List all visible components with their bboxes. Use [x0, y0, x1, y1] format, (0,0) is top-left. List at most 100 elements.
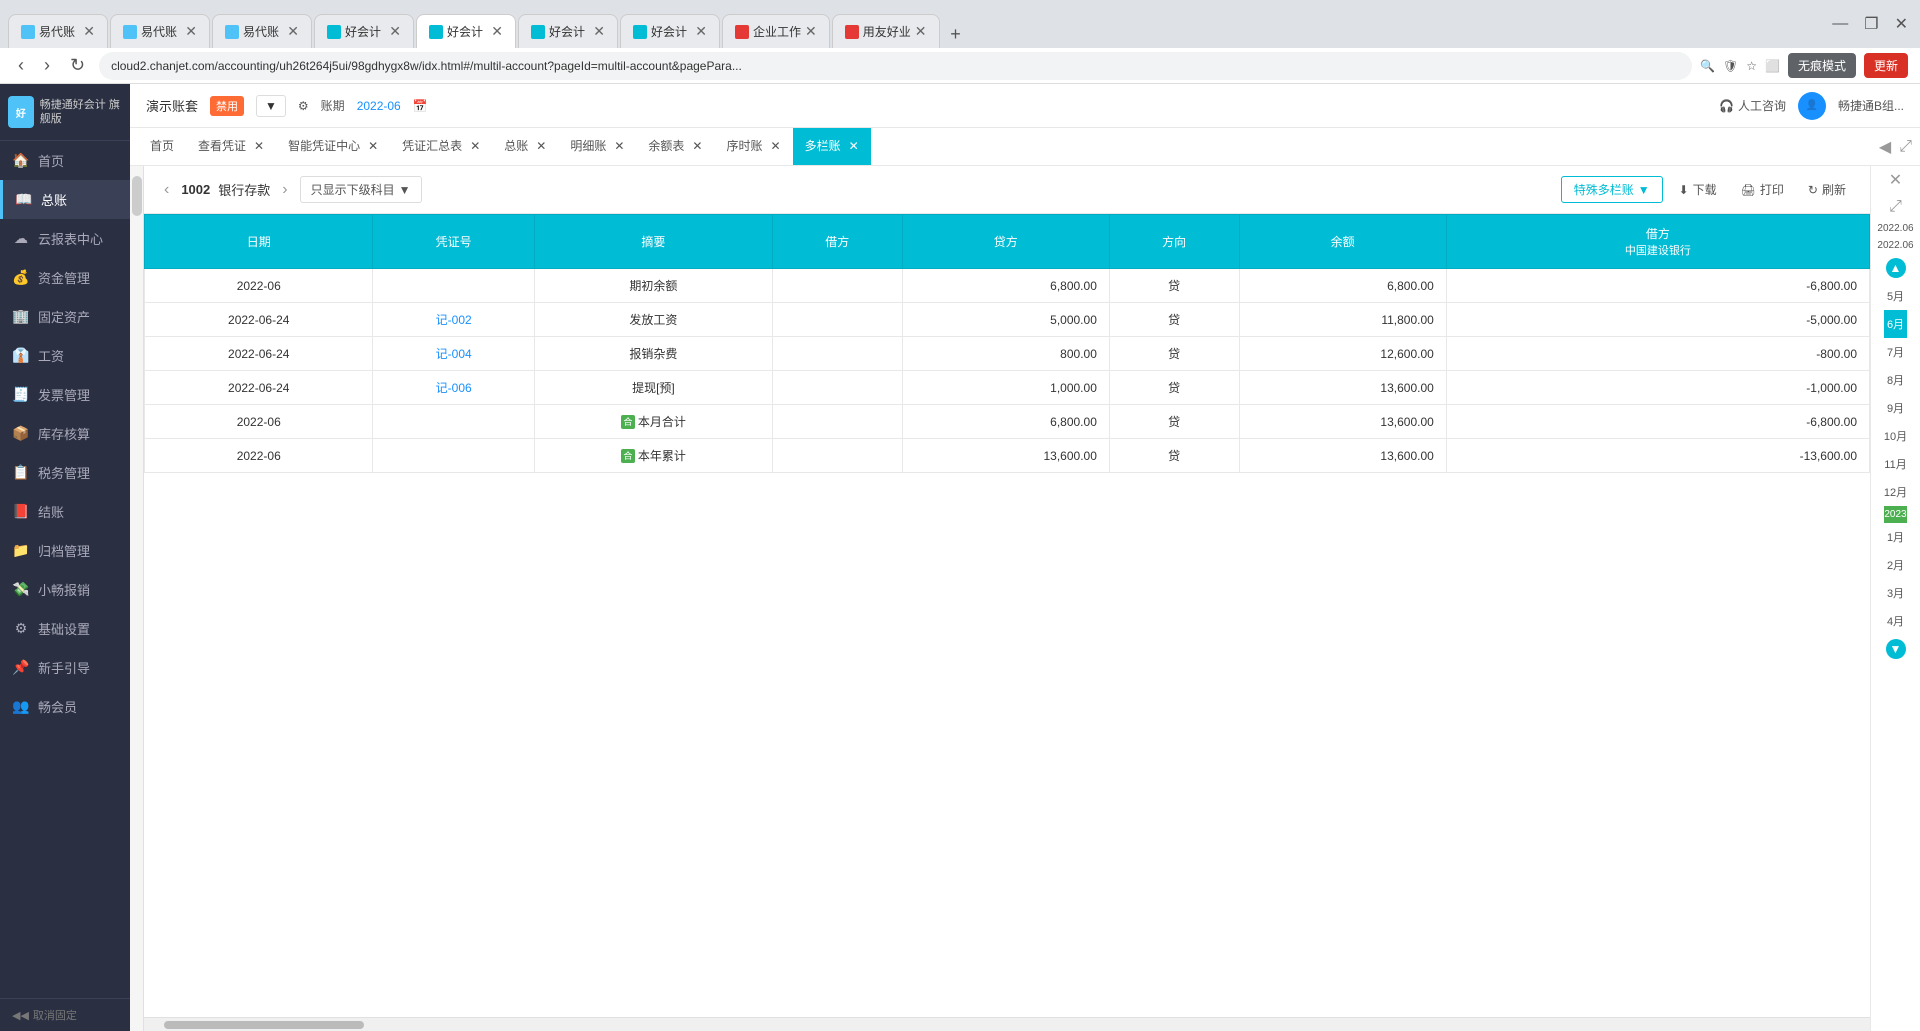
sidebar-item-总账[interactable]: 📖总账: [0, 180, 130, 219]
account-dropdown[interactable]: ▼: [256, 95, 286, 117]
print-button[interactable]: 🖨 打印: [1733, 177, 1792, 202]
vertical-scrollbar[interactable]: [130, 166, 144, 1031]
calendar-icon[interactable]: 📅: [413, 99, 428, 113]
browser-tab-t2[interactable]: 易代账✕: [110, 14, 210, 48]
month-item-3月[interactable]: 3月: [1884, 579, 1907, 607]
month-item-6月[interactable]: 6月: [1884, 310, 1907, 338]
sidebar-item-小畅报销[interactable]: 💸小畅报销: [0, 570, 130, 609]
browser-tab-t7[interactable]: 好会计✕: [620, 14, 720, 48]
sidebar-item-新手引导[interactable]: 📌新手引导: [0, 648, 130, 687]
right-sidebar-expand[interactable]: ⤢: [1871, 194, 1920, 220]
sidebar-item-基础设置[interactable]: ⚙基础设置: [0, 609, 130, 648]
cell-voucher[interactable]: [373, 405, 534, 439]
sidebar-item-首页[interactable]: 🏠首页: [0, 141, 130, 180]
period-value[interactable]: 2022-06: [357, 99, 401, 113]
right-sidebar-close[interactable]: ✕: [1871, 166, 1920, 194]
forward-button[interactable]: ›: [38, 53, 56, 78]
browser-tab-t8[interactable]: 企业工作✕: [722, 14, 830, 48]
user-name[interactable]: 畅捷通B组...: [1838, 97, 1904, 114]
star-icon[interactable]: ☆: [1746, 59, 1757, 73]
month-item-2月[interactable]: 2月: [1884, 551, 1907, 579]
expand-tabs-button[interactable]: ⤢: [1899, 138, 1912, 156]
tab-close-icon[interactable]: ✕: [849, 139, 859, 153]
tab-close-icon[interactable]: ✕: [368, 139, 378, 153]
browser-tab-t4[interactable]: 好会计✕: [314, 14, 414, 48]
month-item-5月[interactable]: 5月: [1884, 282, 1907, 310]
browser-tab-t1[interactable]: 易代账✕: [8, 14, 108, 48]
sidebar-item-畅会员[interactable]: 👥畅会员: [0, 687, 130, 726]
page-tab-总账[interactable]: 总账✕: [492, 128, 558, 166]
minimize-button[interactable]: —: [1828, 11, 1852, 37]
close-button[interactable]: ✕: [1891, 10, 1912, 38]
month-item-7月[interactable]: 7月: [1884, 338, 1907, 366]
tab-close-icon[interactable]: ✕: [771, 139, 781, 153]
browser-tab-t5[interactable]: 好会计✕: [416, 14, 516, 48]
incognito-button[interactable]: 无痕模式: [1788, 53, 1856, 78]
refresh-button[interactable]: ↻ 刷新: [1800, 177, 1854, 202]
cell-voucher[interactable]: [373, 269, 534, 303]
tab-close-icon[interactable]: ✕: [536, 139, 546, 153]
page-tab-多栏账[interactable]: 多栏账✕: [793, 128, 871, 166]
voucher-link[interactable]: 记-006: [436, 381, 472, 395]
main-content: 演示账套 禁用 ▼ ⚙ 账期 2022-06 📅 🎧 人工咨询 👤 畅捷通B组.…: [130, 84, 1920, 1031]
page-tab-查看凭证[interactable]: 查看凭证✕: [186, 128, 276, 166]
horizontal-scrollbar[interactable]: [144, 1017, 1870, 1031]
page-tab-首页[interactable]: 首页: [138, 128, 186, 166]
page-tab-智能凭证中心[interactable]: 智能凭证中心✕: [276, 128, 390, 166]
next-account-button[interactable]: ›: [278, 181, 291, 199]
new-tab-button[interactable]: +: [942, 20, 970, 48]
page-tab-凭证汇总表[interactable]: 凭证汇总表✕: [390, 128, 492, 166]
page-tab-余额表[interactable]: 余额表✕: [636, 128, 714, 166]
cell-voucher[interactable]: 记-004: [373, 337, 534, 371]
sidebar-item-固定资产[interactable]: 🏢固定资产: [0, 297, 130, 336]
tab-close-icon[interactable]: ✕: [470, 139, 480, 153]
month-item-12月[interactable]: 12月: [1884, 478, 1907, 506]
tab-close-icon[interactable]: ✕: [692, 139, 702, 153]
browser-tab-t6[interactable]: 好会计✕: [518, 14, 618, 48]
sidebar-item-结账[interactable]: 📕结账: [0, 492, 130, 531]
browser-tab-t9[interactable]: 用友好业✕: [832, 14, 940, 48]
consultant-button[interactable]: 🎧 人工咨询: [1719, 97, 1786, 114]
calendar-up-button[interactable]: ▲: [1886, 258, 1906, 278]
account-code[interactable]: 1002: [181, 182, 210, 197]
window-icon[interactable]: ⬜: [1765, 59, 1780, 73]
month-item-1月[interactable]: 1月: [1884, 523, 1907, 551]
sidebar-item-发票管理[interactable]: 🧾发票管理: [0, 375, 130, 414]
sidebar-item-云报表中心[interactable]: ☁云报表中心: [0, 219, 130, 258]
update-button[interactable]: 更新: [1864, 53, 1908, 78]
show-subcategory-button[interactable]: 只显示下级科目 ▼: [300, 176, 422, 203]
back-button[interactable]: ‹: [12, 53, 30, 78]
tab-close-icon[interactable]: ✕: [614, 139, 624, 153]
sidebar-item-资金管理[interactable]: 💰资金管理: [0, 258, 130, 297]
cell-voucher[interactable]: 记-002: [373, 303, 534, 337]
unpin-button[interactable]: ◀◀ 取消固定: [0, 998, 130, 1031]
special-multicol-button[interactable]: 特殊多栏账 ▼: [1561, 176, 1663, 203]
cell-voucher[interactable]: 记-006: [373, 371, 534, 405]
page-tab-明细账[interactable]: 明细账✕: [558, 128, 636, 166]
month-item-8月[interactable]: 8月: [1884, 366, 1907, 394]
reload-button[interactable]: ↻: [64, 53, 91, 78]
sidebar-item-库存核算[interactable]: 📦库存核算: [0, 414, 130, 453]
settings-icon[interactable]: ⚙: [298, 99, 309, 113]
year-label[interactable]: 2023: [1884, 506, 1907, 523]
browser-tab-t3[interactable]: 易代账✕: [212, 14, 312, 48]
search-icon[interactable]: 🔍: [1700, 59, 1715, 73]
cell-voucher[interactable]: [373, 439, 534, 473]
month-item-9月[interactable]: 9月: [1884, 394, 1907, 422]
sidebar-item-工资[interactable]: 👔工资: [0, 336, 130, 375]
prev-account-button[interactable]: ‹: [160, 181, 173, 199]
download-button[interactable]: ⬇ 下载: [1671, 177, 1725, 202]
voucher-link[interactable]: 记-002: [436, 313, 472, 327]
url-input[interactable]: cloud2.chanjet.com/accounting/uh26t264j5…: [99, 52, 1692, 80]
month-item-11月[interactable]: 11月: [1884, 450, 1907, 478]
voucher-link[interactable]: 记-004: [436, 347, 472, 361]
maximize-button[interactable]: ❐: [1860, 10, 1882, 38]
sidebar-item-税务管理[interactable]: 📋税务管理: [0, 453, 130, 492]
month-item-10月[interactable]: 10月: [1884, 422, 1907, 450]
month-item-4月[interactable]: 4月: [1884, 607, 1907, 635]
page-tab-序时账[interactable]: 序时账✕: [714, 128, 792, 166]
collapse-tabs-button[interactable]: ◀: [1879, 137, 1891, 157]
sidebar-item-归档管理[interactable]: 📁归档管理: [0, 531, 130, 570]
calendar-down-button[interactable]: ▼: [1886, 639, 1906, 659]
tab-close-icon[interactable]: ✕: [254, 139, 264, 153]
